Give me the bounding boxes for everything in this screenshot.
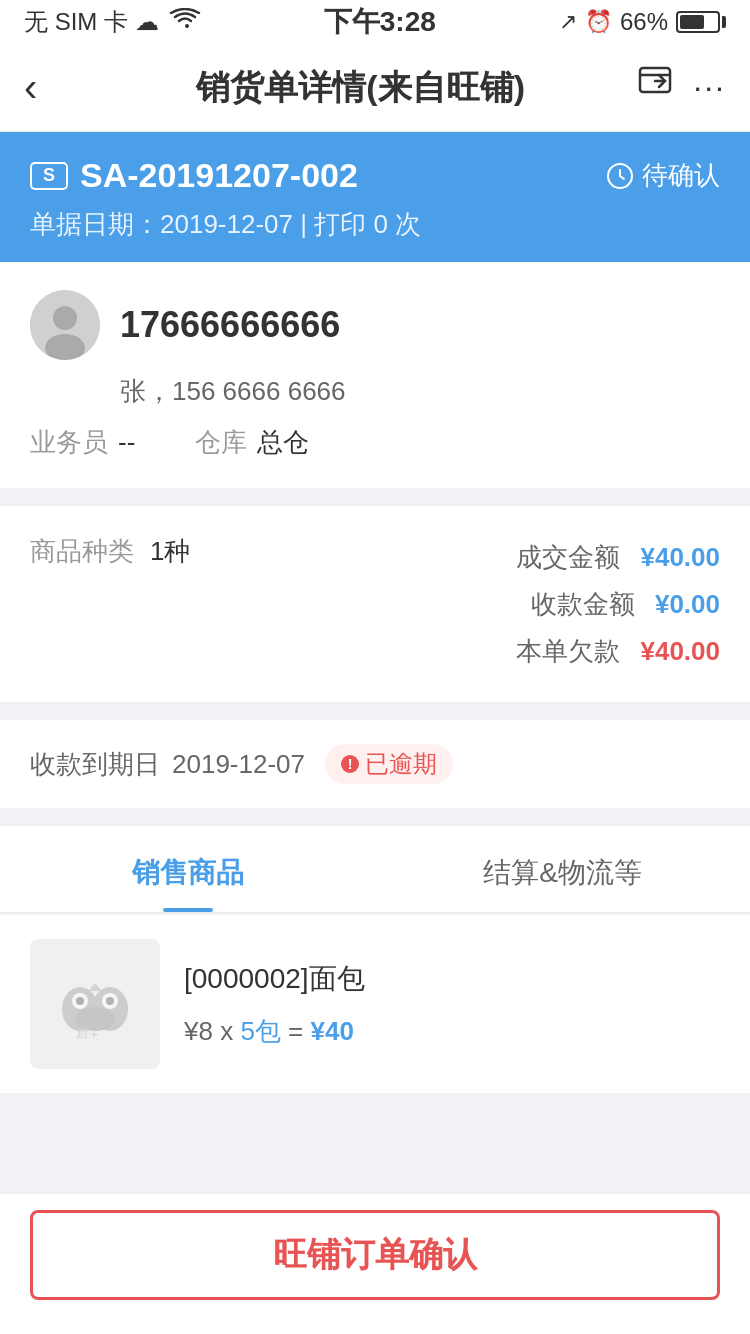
product-thumbnail: 群+ bbox=[30, 939, 160, 1069]
overdue-text: 已逾期 bbox=[365, 748, 437, 780]
product-name: [0000002]面包 bbox=[184, 960, 720, 998]
back-button[interactable]: ‹ bbox=[24, 65, 84, 110]
divider-3 bbox=[0, 810, 750, 826]
status-left: 无 SIM 卡 ☁ bbox=[24, 6, 201, 38]
customer-phone: 17666666666 bbox=[120, 304, 340, 346]
price-equals: = bbox=[288, 1016, 310, 1046]
warehouse-meta: 仓库 总仓 bbox=[195, 425, 309, 460]
deal-amount-label: 成交金额 bbox=[516, 534, 620, 581]
warehouse-label: 仓库 bbox=[195, 425, 247, 460]
order-id: S SA-20191207-002 bbox=[30, 156, 358, 195]
received-amount-label: 收款金额 bbox=[531, 581, 635, 628]
tab-sales[interactable]: 销售商品 bbox=[0, 826, 375, 912]
svg-point-10 bbox=[106, 997, 114, 1005]
nav-actions: ··· bbox=[637, 65, 726, 110]
tab-bar: 销售商品 结算&物流等 bbox=[0, 826, 750, 913]
status-right: ↗ ⏰ 66% bbox=[559, 8, 726, 36]
price-base: ¥8 x bbox=[184, 1016, 240, 1046]
received-amount-row: 收款金额 ¥0.00 bbox=[516, 581, 720, 628]
alarm-icon: ⏰ bbox=[585, 9, 612, 35]
summary-left: 商品种类 1种 bbox=[30, 534, 516, 569]
customer-name: 张，156 6666 6666 bbox=[120, 374, 720, 409]
customer-card: 17666666666 张，156 6666 6666 业务员 -- 仓库 总仓 bbox=[0, 262, 750, 488]
confirm-button[interactable]: 旺铺订单确认 bbox=[30, 1210, 720, 1300]
product-types-value: 1种 bbox=[150, 534, 190, 569]
sim-status: 无 SIM 卡 ☁ bbox=[24, 6, 159, 38]
price-total: ¥40 bbox=[311, 1016, 354, 1046]
divider-2 bbox=[0, 704, 750, 720]
deal-amount-value: ¥40.00 bbox=[640, 534, 720, 581]
order-date: 单据日期：2019-12-07 | 打印 0 次 bbox=[30, 207, 720, 242]
due-date-value: 2019-12-07 bbox=[172, 749, 305, 780]
page-title: 销货单详情(来自旺铺) bbox=[84, 65, 637, 111]
nav-bar: ‹ 销货单详情(来自旺铺) ··· bbox=[0, 44, 750, 132]
warehouse-value: 总仓 bbox=[257, 425, 309, 460]
order-header: S SA-20191207-002 待确认 单据日期：2019-12-07 | … bbox=[0, 132, 750, 262]
overdue-badge: ! 已逾期 bbox=[325, 744, 453, 784]
share-button[interactable] bbox=[637, 65, 673, 110]
product-price: ¥8 x 5包 = ¥40 bbox=[184, 1014, 720, 1049]
battery-icon bbox=[676, 11, 726, 33]
location-icon: ↗ bbox=[559, 9, 577, 35]
sales-person-meta: 业务员 -- bbox=[30, 425, 135, 460]
status-bar: 无 SIM 卡 ☁ 下午3:28 ↗ ⏰ 66% bbox=[0, 0, 750, 44]
customer-meta: 业务员 -- 仓库 总仓 bbox=[30, 425, 720, 460]
summary-right: 成交金额 ¥40.00 收款金额 ¥0.00 本单欠款 ¥40.00 bbox=[516, 534, 720, 674]
svg-point-9 bbox=[76, 997, 84, 1005]
sales-person-label: 业务员 bbox=[30, 425, 108, 460]
divider-1 bbox=[0, 490, 750, 506]
product-info: [0000002]面包 ¥8 x 5包 = ¥40 bbox=[184, 960, 720, 1049]
due-date-card: 收款到期日 2019-12-07 ! 已逾期 bbox=[0, 720, 750, 808]
more-button[interactable]: ··· bbox=[693, 69, 726, 106]
status-time: 下午3:28 bbox=[324, 3, 436, 41]
price-quantity: 5包 bbox=[240, 1016, 280, 1046]
product-types-label: 商品种类 bbox=[30, 534, 134, 569]
overdue-icon: ! bbox=[341, 755, 359, 773]
customer-row: 17666666666 bbox=[30, 290, 720, 360]
order-id-icon: S bbox=[30, 162, 68, 190]
owed-amount-row: 本单欠款 ¥40.00 bbox=[516, 628, 720, 675]
order-id-row: S SA-20191207-002 待确认 bbox=[30, 156, 720, 195]
product-card: 群+ [0000002]面包 ¥8 x 5包 = ¥40 bbox=[0, 915, 750, 1093]
owed-amount-label: 本单欠款 bbox=[516, 628, 620, 675]
avatar bbox=[30, 290, 100, 360]
received-amount-value: ¥0.00 bbox=[655, 581, 720, 628]
wifi-icon bbox=[169, 8, 201, 36]
sales-person-value: -- bbox=[118, 427, 135, 458]
deal-amount-row: 成交金额 ¥40.00 bbox=[516, 534, 720, 581]
due-date-label: 收款到期日 bbox=[30, 747, 160, 782]
svg-text:群+: 群+ bbox=[76, 1026, 98, 1039]
owed-amount-value: ¥40.00 bbox=[640, 628, 720, 675]
svg-point-3 bbox=[53, 306, 77, 330]
tab-settlement[interactable]: 结算&物流等 bbox=[375, 826, 750, 912]
bottom-bar: 旺铺订单确认 bbox=[0, 1194, 750, 1334]
order-status: 待确认 bbox=[606, 158, 720, 193]
summary-card: 商品种类 1种 成交金额 ¥40.00 收款金额 ¥0.00 本单欠款 ¥40.… bbox=[0, 506, 750, 702]
battery-percent: 66% bbox=[620, 8, 668, 36]
